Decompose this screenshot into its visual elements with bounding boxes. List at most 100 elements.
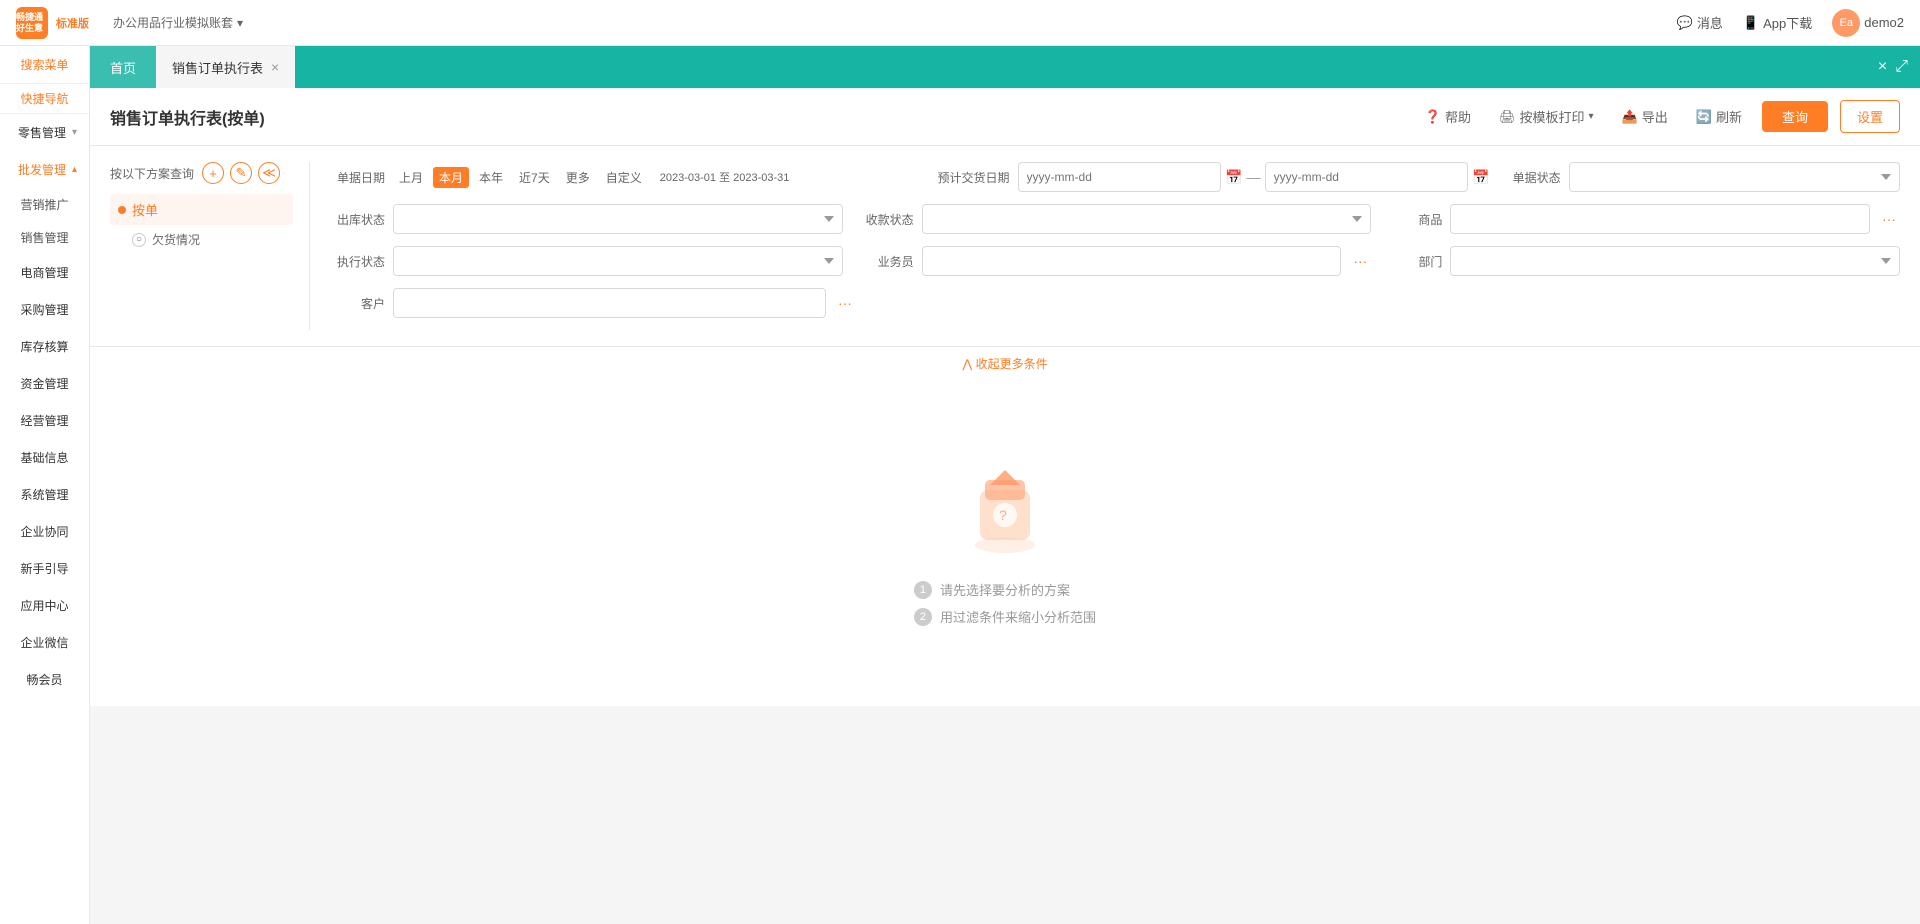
date-tab-prev[interactable]: 上月 [393, 167, 429, 188]
sidebar-search[interactable]: 搜索菜单 [0, 46, 89, 84]
sidebar-quick-nav[interactable]: 快捷导航 [0, 84, 89, 114]
sidebar-item-guide[interactable]: 新手引导 [0, 550, 89, 587]
predict-date-start[interactable] [1018, 162, 1222, 192]
predict-date-end[interactable] [1265, 162, 1469, 192]
sidebar-item-enterprise[interactable]: 企业协同 [0, 513, 89, 550]
sidebar-sub-sales[interactable]: 销售管理 [0, 221, 89, 254]
export-icon: 📤 [1622, 109, 1638, 125]
avatar: Ea [1832, 9, 1860, 37]
scheme-sub-item[interactable]: ○ 欠货情况 [110, 225, 293, 254]
delivery-field: 出库状态 [330, 204, 843, 234]
dept-label: 部门 [1387, 253, 1442, 270]
quick-nav-label: 快捷导航 [20, 92, 68, 106]
window-expand-icon[interactable]: ⤢ [1895, 58, 1908, 76]
sidebar-item-retail[interactable]: 零售管理 ▾ [0, 114, 89, 151]
tab-sales-order[interactable]: 销售订单执行表 × [156, 46, 295, 88]
user-menu[interactable]: Ea demo2 [1832, 9, 1904, 37]
scheme-actions: + ✎ ≪ [202, 162, 280, 184]
step-1-text: 请先选择要分析的方案 [940, 580, 1070, 599]
date-tab-more[interactable]: 更多 [560, 167, 596, 188]
sub-item-icon: ○ [132, 233, 146, 247]
refresh-button[interactable]: 🔄 刷新 [1688, 103, 1750, 130]
salesman-more-icon[interactable]: ··· [1349, 253, 1371, 269]
date-tab-custom[interactable]: 自定义 [600, 167, 648, 188]
settings-button[interactable]: 设置 [1840, 100, 1900, 133]
receipt-select[interactable] [922, 204, 1372, 234]
sales-label: 销售管理 [20, 231, 68, 245]
top-bar: 畅捷通好生意 标准版 办公用品行业模拟账套 ▾ 💬 消息 📱 App下载 Ea … [0, 0, 1920, 46]
sidebar-sub-marketing[interactable]: 营销推广 [0, 188, 89, 221]
main-layout: 搜索菜单 快捷导航 零售管理 ▾ 批发管理 ▴ 营销推广 销售管理 电商管理 采… [0, 46, 1920, 924]
refresh-label: 刷新 [1716, 107, 1742, 126]
calendar-icon-1[interactable]: 📅 [1225, 169, 1242, 186]
export-label: 导出 [1642, 107, 1668, 126]
suite-selector[interactable]: 办公用品行业模拟账套 ▾ [105, 10, 251, 35]
apps-label: 应用中心 [12, 597, 77, 614]
collapse-label: 收起更多条件 [976, 357, 1048, 371]
edit-scheme-button[interactable]: ✎ [230, 162, 252, 184]
tab-home[interactable]: 首页 [90, 46, 156, 88]
print-button[interactable]: 🖨 按模板打印 ▾ [1491, 103, 1602, 130]
right-panel: 首页 销售订单执行表 × × ⤢ 销售订单执行表(按单) ❓ 帮助 [90, 46, 1920, 924]
home-tab-label: 首页 [110, 58, 136, 77]
sidebar-item-finance[interactable]: 资金管理 [0, 365, 89, 402]
edit-icon: ✎ [236, 165, 247, 181]
app-download-button[interactable]: 📱 App下载 [1743, 13, 1812, 32]
message-button[interactable]: 💬 消息 [1677, 13, 1723, 32]
receipt-field: 收款状态 [859, 204, 1372, 234]
filter-fields-panel: 单据日期 上月 本月 本年 近7天 更多 自定义 2023-03-01 至 20… [310, 162, 1900, 330]
collapse-scheme-button[interactable]: ≪ [258, 162, 280, 184]
goods-input[interactable] [1450, 204, 1870, 234]
finance-label: 资金管理 [12, 375, 77, 392]
sidebar-item-basic[interactable]: 基础信息 [0, 439, 89, 476]
customer-input[interactable] [393, 288, 826, 318]
print-icon: 🖨 [1499, 109, 1516, 125]
scheme-item-active[interactable]: 按单 [110, 194, 293, 225]
date-tab-year[interactable]: 本年 [473, 167, 509, 188]
help-button[interactable]: ❓ 帮助 [1417, 103, 1479, 130]
salesman-input[interactable] [922, 246, 1342, 276]
empty-steps: 1 请先选择要分析的方案 2 用过滤条件来缩小分析范围 [914, 580, 1096, 626]
help-label: 帮助 [1445, 107, 1471, 126]
date-tab-7days[interactable]: 近7天 [513, 167, 556, 188]
sidebar-item-wholesale[interactable]: 批发管理 ▴ [0, 151, 89, 188]
doc-status-field: 单据状态 [1506, 162, 1900, 192]
inventory-label: 库存核算 [12, 338, 77, 355]
sidebar-item-member[interactable]: 畅会员 [0, 661, 89, 698]
add-scheme-button[interactable]: + [202, 162, 224, 184]
exec-select[interactable] [393, 246, 843, 276]
date-label: 单据日期 [330, 169, 385, 186]
delivery-label: 出库状态 [330, 211, 385, 228]
customer-more-icon[interactable]: ··· [834, 295, 856, 311]
empty-step-2: 2 用过滤条件来缩小分析范围 [914, 607, 1096, 626]
wholesale-arrow-icon: ▴ [72, 164, 77, 175]
doc-status-select[interactable] [1569, 162, 1900, 192]
refresh-icon: 🔄 [1696, 109, 1712, 125]
sidebar-item-purchase[interactable]: 采购管理 [0, 291, 89, 328]
top-right-actions: 💬 消息 📱 App下载 Ea demo2 [1677, 9, 1904, 37]
delivery-select[interactable] [393, 204, 843, 234]
query-button[interactable]: 查询 [1762, 101, 1828, 132]
sidebar-item-ecommerce[interactable]: 电商管理 [0, 254, 89, 291]
goods-more-icon[interactable]: ··· [1878, 211, 1900, 227]
customer-label: 客户 [330, 295, 385, 312]
collapse-bar[interactable]: ⋀ 收起更多条件 [90, 347, 1920, 380]
calendar-icon-2[interactable]: 📅 [1472, 169, 1489, 186]
tab-close-icon[interactable]: × [271, 60, 279, 74]
scheme-sub-label: 欠货情况 [152, 231, 200, 248]
sidebar-item-wechat[interactable]: 企业微信 [0, 624, 89, 661]
add-icon: + [209, 166, 217, 181]
collapse-up-icon: ⋀ [962, 357, 972, 371]
sales-order-tab-label: 销售订单执行表 [172, 58, 263, 77]
goods-field: 商品 ··· [1387, 204, 1900, 234]
sidebar-item-inventory[interactable]: 库存核算 [0, 328, 89, 365]
sidebar-item-system[interactable]: 系统管理 [0, 476, 89, 513]
sidebar-item-apps[interactable]: 应用中心 [0, 587, 89, 624]
filter-row-1: 单据日期 上月 本月 本年 近7天 更多 自定义 2023-03-01 至 20… [330, 162, 1900, 192]
sidebar-item-operation[interactable]: 经营管理 [0, 402, 89, 439]
suite-name: 办公用品行业模拟账套 [113, 14, 233, 31]
window-close-icon[interactable]: × [1878, 58, 1887, 76]
date-tab-curr[interactable]: 本月 [433, 167, 469, 188]
export-button[interactable]: 📤 导出 [1614, 103, 1676, 130]
dept-select[interactable] [1450, 246, 1900, 276]
